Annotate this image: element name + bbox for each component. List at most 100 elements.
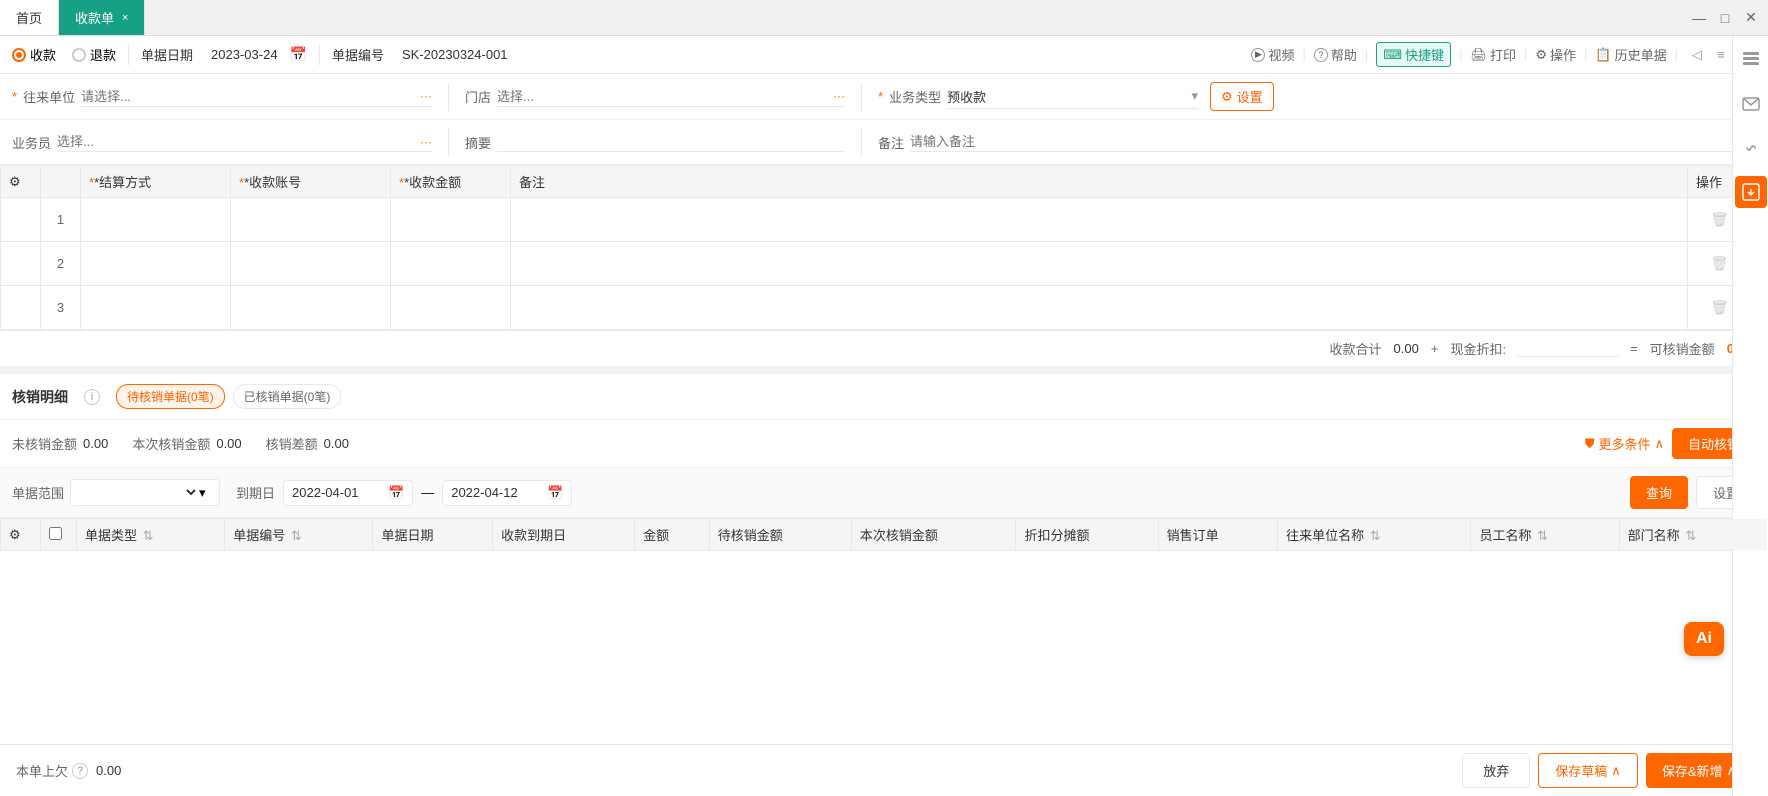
row-remark-2[interactable] (511, 242, 1688, 286)
refund-radio-circle (72, 48, 86, 62)
shortcut-label: 快捷键 (1405, 45, 1444, 64)
store-field: 门店 ··· (465, 87, 845, 107)
counterpart-input[interactable] (81, 89, 416, 104)
date-start-input[interactable] (292, 485, 382, 500)
staff-input[interactable] (57, 134, 416, 149)
pending-tab[interactable]: 待核销单据(0笔) (116, 384, 225, 409)
tab-home[interactable]: 首页 (0, 0, 59, 35)
video-action[interactable]: ▶ 视频 (1251, 45, 1294, 64)
sidebar-link-icon[interactable] (1735, 132, 1767, 164)
equals-sign: = (1630, 341, 1638, 356)
row-amount-2[interactable] (391, 242, 511, 286)
stats-right: ⛊ 更多条件 ∧ 自动核销 (1585, 428, 1756, 459)
biz-type-dropdown-icon[interactable]: ▾ (1191, 88, 1198, 104)
circle-icon: ▶ (1251, 48, 1265, 62)
more-conditions-btn[interactable]: ⛊ 更多条件 ∧ (1585, 434, 1664, 453)
discount-input[interactable] (1518, 341, 1618, 357)
store-input[interactable] (497, 89, 829, 104)
sort-icon-docnum[interactable]: ⇅ (291, 528, 302, 543)
sidebar-table-icon[interactable] (1735, 44, 1767, 76)
toolbar-actions: ▶ 视频 | ? 帮助 | ⌨ 快捷键 | 🖨 打印 | ⚙ 操作 (1251, 42, 1756, 67)
receipt-radio[interactable]: 收款 (12, 45, 56, 64)
staff-more-btn[interactable]: ··· (420, 135, 432, 149)
abandon-button[interactable]: 放弃 (1462, 753, 1530, 788)
ai-badge[interactable]: Ai (1684, 622, 1724, 656)
row-account-1[interactable] (231, 198, 391, 242)
row-amount-3[interactable] (391, 286, 511, 330)
settle-label: *结算方式 (94, 175, 151, 190)
sidebar-mail-icon[interactable] (1735, 88, 1767, 120)
draft-chevron-icon: ∧ (1611, 763, 1621, 779)
doc-num-label: 单据编号 (332, 45, 384, 64)
calendar-start-icon[interactable]: 📅 (388, 485, 404, 501)
row-remark-3[interactable] (511, 286, 1688, 330)
tab-receipt[interactable]: 收款单 × (59, 0, 145, 35)
maximize-button[interactable]: □ (1716, 9, 1734, 27)
sort-icon-type[interactable]: ⇅ (143, 528, 154, 543)
row-remark-1[interactable] (511, 198, 1688, 242)
col-settings-header[interactable]: ⚙ (1, 166, 41, 198)
store-more-btn[interactable]: ··· (833, 89, 845, 103)
doc-num-value: SK-20230324-001 (402, 47, 508, 62)
bottom-info: 本单上欠 ? 0.00 (16, 761, 121, 780)
remark-field: 备注 (878, 132, 1756, 152)
sub-col-discount: 折扣分摊额 (1016, 519, 1158, 551)
select-all-checkbox[interactable] (49, 527, 62, 540)
row-amount-1[interactable] (391, 198, 511, 242)
store-label: 门店 (465, 87, 491, 106)
row-account-2[interactable] (231, 242, 391, 286)
stat-this-verify: 本次核销金额 0.00 (132, 434, 241, 453)
delete-icon-1[interactable]: 🗑 (1711, 211, 1729, 228)
row-settle-2[interactable] (81, 242, 231, 286)
sort-icon-counterpart[interactable]: ⇅ (1370, 528, 1381, 543)
history-action[interactable]: 📋 历史单据 (1595, 45, 1666, 64)
help-action[interactable]: ? 帮助 (1314, 45, 1357, 64)
sub-col-settings[interactable]: ⚙ (1, 519, 41, 551)
date-label: 到期日 (236, 483, 275, 502)
row-account-3[interactable] (231, 286, 391, 330)
calendar-icon[interactable]: 📅 (290, 46, 307, 63)
delete-icon-2[interactable]: 🗑 (1711, 255, 1729, 272)
sidebar-expand-icon[interactable] (1735, 176, 1767, 208)
delete-icon-3[interactable]: 🗑 (1711, 299, 1729, 316)
sub-col-dept: 部门名称 ⇅ (1619, 519, 1767, 551)
refund-radio[interactable]: 退款 (72, 45, 116, 64)
row-settle-3[interactable] (81, 286, 231, 330)
tab-close-icon[interactable]: × (122, 12, 128, 24)
sort-icon-dept[interactable]: ⇅ (1685, 528, 1696, 543)
close-button[interactable]: ✕ (1742, 9, 1760, 27)
biz-type-value: 预收款 (947, 87, 1191, 106)
grid-layout-btn[interactable]: ≡ (1710, 44, 1732, 66)
save-draft-label: 保存草稿 (1555, 761, 1607, 780)
shortcut-action[interactable]: ⌨ 快捷键 (1376, 42, 1451, 67)
sort-icon-staff[interactable]: ⇅ (1537, 528, 1548, 543)
counterpart-label: 往来单位 (23, 87, 75, 106)
list-layout-btn[interactable]: ◁ (1686, 44, 1708, 66)
date-end-input[interactable] (451, 485, 541, 500)
minimize-button[interactable]: — (1690, 9, 1708, 27)
settings-button[interactable]: ⚙ 设置 (1210, 82, 1274, 111)
operate-action[interactable]: ⚙ 操作 (1535, 45, 1576, 64)
shortcut-icon: ⌨ (1383, 47, 1402, 63)
tab-bar: 首页 收款单 × — □ ✕ (0, 0, 1768, 36)
range-select[interactable] (79, 484, 199, 501)
sub-col-counterpart: 往来单位名称 ⇅ (1278, 519, 1471, 551)
sub-table-wrap: ⚙ 单据类型 ⇅ 单据编号 ⇅ 单据日期 (0, 518, 1768, 744)
calendar-end-icon[interactable]: 📅 (547, 485, 563, 501)
available-label: 可核销金额 (1650, 339, 1715, 358)
counterpart-field: * 往来单位 ··· (12, 87, 432, 107)
summary-input[interactable] (497, 134, 845, 149)
print-action[interactable]: 🖨 打印 (1470, 45, 1516, 64)
bottom-info-icon[interactable]: ? (72, 763, 88, 779)
row-settle-1[interactable] (81, 198, 231, 242)
print-label: 打印 (1490, 45, 1516, 64)
save-draft-button[interactable]: 保存草稿 ∧ (1538, 753, 1638, 788)
verify-info-icon[interactable]: i (84, 389, 100, 405)
query-button[interactable]: 查询 (1630, 476, 1688, 509)
verify-header: 核销明细 i 待核销单据(0笔) 已核销单据(0笔) (0, 374, 1768, 420)
remark-input[interactable] (910, 134, 1756, 149)
summary-label: 摘要 (465, 133, 491, 152)
counterpart-more-btn[interactable]: ··· (420, 89, 432, 103)
done-tab[interactable]: 已核销单据(0笔) (233, 384, 342, 409)
sub-col-checkbox[interactable] (41, 519, 77, 551)
